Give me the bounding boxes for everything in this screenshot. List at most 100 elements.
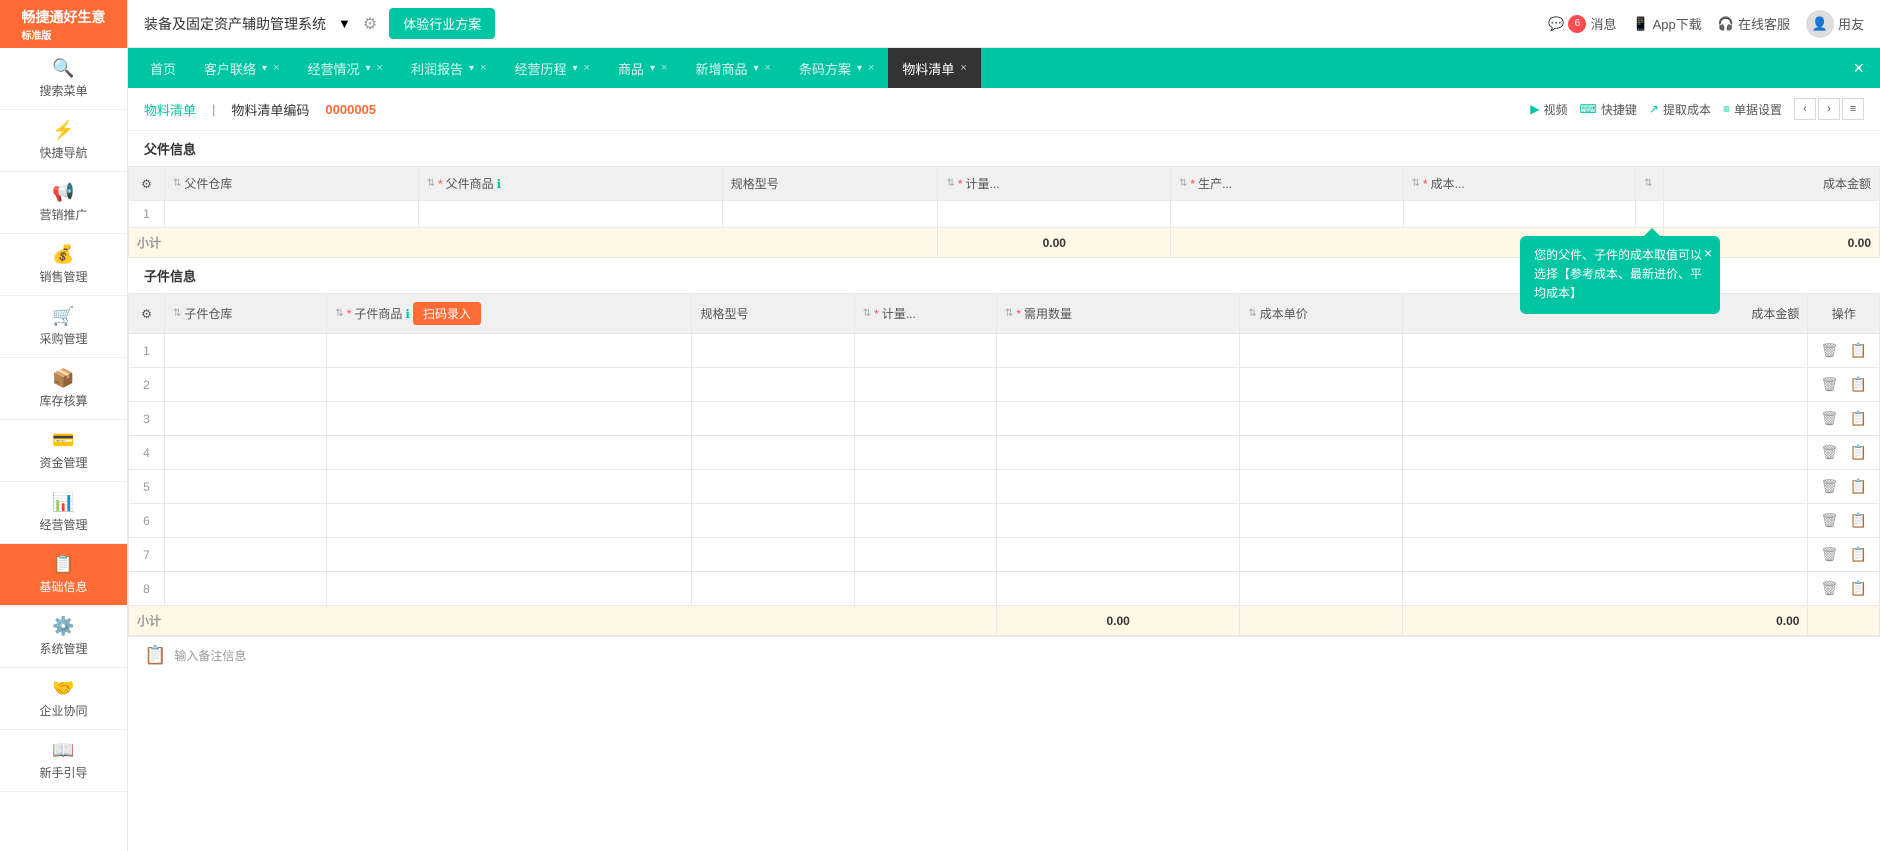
child-warehouse-cell[interactable] — [165, 334, 327, 368]
child-cost-amount-cell[interactable] — [1402, 436, 1808, 470]
child-qty-cell[interactable] — [996, 470, 1239, 504]
user-item[interactable]: 👤 用友 — [1806, 10, 1864, 38]
tab-close-icon[interactable]: × — [584, 62, 590, 74]
tab-close-icon[interactable]: × — [480, 62, 486, 74]
sort-icon[interactable]: ⇅ — [1644, 178, 1652, 189]
child-unit-cost-cell[interactable] — [1240, 538, 1402, 572]
child-cost-amount-cell[interactable] — [1402, 402, 1808, 436]
child-spec-cell[interactable] — [692, 402, 854, 436]
child-col-gear[interactable]: ⚙ — [129, 294, 165, 334]
navtab-0[interactable]: 首页 — [136, 48, 190, 88]
copy-row-btn[interactable]: 📋 — [1846, 374, 1871, 395]
child-cost-amount-cell[interactable] — [1402, 504, 1808, 538]
child-unit-cell[interactable] — [854, 368, 996, 402]
parent-unit-cell[interactable] — [938, 201, 1171, 228]
child-spec-cell[interactable] — [692, 436, 854, 470]
copy-row-btn[interactable]: 📋 — [1846, 578, 1871, 599]
shortcut-btn[interactable]: ⌨ 快捷键 — [1580, 101, 1637, 118]
parent-product-cell[interactable] — [418, 201, 722, 228]
child-cost-amount-cell[interactable] — [1402, 572, 1808, 606]
child-warehouse-cell[interactable] — [165, 402, 327, 436]
sort-icon[interactable]: ⇅ — [863, 308, 871, 319]
child-unit-cost-cell[interactable] — [1240, 368, 1402, 402]
parent-cost-amount-cell[interactable] — [1664, 201, 1880, 228]
child-cost-amount-cell[interactable] — [1402, 368, 1808, 402]
child-unit-cell[interactable] — [854, 436, 996, 470]
child-cost-amount-cell[interactable] — [1402, 470, 1808, 504]
tab-close-icon[interactable]: × — [661, 62, 667, 74]
sort-icon[interactable]: ⇅ — [1179, 178, 1187, 189]
child-unit-cell[interactable] — [854, 402, 996, 436]
breadcrumb[interactable]: 物料清单 — [144, 100, 196, 119]
child-spec-cell[interactable] — [692, 368, 854, 402]
tab-close-icon[interactable]: × — [868, 62, 874, 74]
child-product-cell[interactable] — [327, 572, 692, 606]
child-unit-cost-cell[interactable] — [1240, 436, 1402, 470]
navtab-5[interactable]: 商品▾× — [604, 48, 681, 88]
sidebar-item-marketing[interactable]: 📢营销推广 — [0, 172, 127, 234]
child-unit-cost-cell[interactable] — [1240, 504, 1402, 538]
child-unit-cell[interactable] — [854, 470, 996, 504]
sort-icon[interactable]: ⇅ — [1412, 178, 1420, 189]
delete-row-btn[interactable]: 🗑 — [1816, 578, 1842, 599]
copy-row-btn[interactable]: 📋 — [1846, 442, 1871, 463]
help-icon[interactable]: ℹ — [405, 307, 410, 321]
navtab-7[interactable]: 条码方案▾× — [785, 48, 888, 88]
navtab-1[interactable]: 客户联络▾× — [190, 48, 293, 88]
parent-col-gear[interactable]: ⚙ — [129, 167, 165, 201]
navtab-4[interactable]: 经营历程▾× — [500, 48, 603, 88]
close-all-icon[interactable]: × — [1845, 58, 1872, 79]
child-product-cell[interactable] — [327, 470, 692, 504]
child-qty-cell[interactable] — [996, 572, 1239, 606]
delete-row-btn[interactable]: 🗑 — [1816, 510, 1842, 531]
child-spec-cell[interactable] — [692, 572, 854, 606]
nav-menu-btn[interactable]: ≡ — [1842, 98, 1864, 120]
child-unit-cost-cell[interactable] — [1240, 334, 1402, 368]
copy-row-btn[interactable]: 📋 — [1846, 510, 1871, 531]
nav-next-btn[interactable]: › — [1818, 98, 1840, 120]
tab-close-icon[interactable]: × — [377, 62, 383, 74]
child-product-cell[interactable] — [327, 436, 692, 470]
message-item[interactable]: 💬 6 消息 — [1548, 14, 1616, 33]
sort-icon[interactable]: ⇅ — [1248, 308, 1256, 319]
child-unit-cell[interactable] — [854, 504, 996, 538]
sort-icon[interactable]: ⇅ — [946, 178, 954, 189]
child-warehouse-cell[interactable] — [165, 538, 327, 572]
child-unit-cell[interactable] — [854, 334, 996, 368]
child-cost-amount-cell[interactable] — [1402, 334, 1808, 368]
video-btn[interactable]: ▶ 视频 — [1530, 101, 1567, 118]
copy-row-btn[interactable]: 📋 — [1846, 544, 1871, 565]
app-download-item[interactable]: 📱 App下载 — [1632, 14, 1701, 33]
child-product-cell[interactable] — [327, 368, 692, 402]
child-product-cell[interactable] — [327, 402, 692, 436]
copy-row-btn[interactable]: 📋 — [1846, 408, 1871, 429]
sort-icon[interactable]: ⇅ — [1005, 308, 1013, 319]
sidebar-item-quick-nav[interactable]: ⚡快捷导航 — [0, 110, 127, 172]
sidebar-item-system[interactable]: ⚙️系统管理 — [0, 606, 127, 668]
child-unit-cost-cell[interactable] — [1240, 572, 1402, 606]
tab-close-icon[interactable]: × — [273, 62, 279, 74]
scan-input-btn[interactable]: 扫码录入 — [413, 302, 481, 325]
child-qty-cell[interactable] — [996, 334, 1239, 368]
child-spec-cell[interactable] — [692, 334, 854, 368]
nav-prev-btn[interactable]: ‹ — [1794, 98, 1816, 120]
child-spec-cell[interactable] — [692, 504, 854, 538]
child-warehouse-cell[interactable] — [165, 368, 327, 402]
child-qty-cell[interactable] — [996, 436, 1239, 470]
child-qty-cell[interactable] — [996, 402, 1239, 436]
child-unit-cost-cell[interactable] — [1240, 470, 1402, 504]
system-dropdown[interactable]: ▼ — [338, 16, 351, 31]
sort-icon[interactable]: ⇅ — [335, 308, 343, 319]
delete-row-btn[interactable]: 🗑 — [1816, 408, 1842, 429]
parent-warehouse-cell[interactable] — [165, 201, 419, 228]
extract-cost-btn[interactable]: ↗ 提取成本 — [1649, 101, 1711, 118]
sort-icon[interactable]: ⇅ — [173, 178, 181, 189]
copy-row-btn[interactable]: 📋 — [1846, 340, 1871, 361]
sidebar-item-collab[interactable]: 🤝企业协同 — [0, 668, 127, 730]
delete-row-btn[interactable]: 🗑 — [1816, 340, 1842, 361]
parent-sort-cell[interactable] — [1636, 201, 1664, 228]
delete-row-btn[interactable]: 🗑 — [1816, 442, 1842, 463]
child-qty-cell[interactable] — [996, 368, 1239, 402]
sort-icon[interactable]: ⇅ — [173, 308, 181, 319]
sidebar-item-purchase[interactable]: 🛒采购管理 — [0, 296, 127, 358]
